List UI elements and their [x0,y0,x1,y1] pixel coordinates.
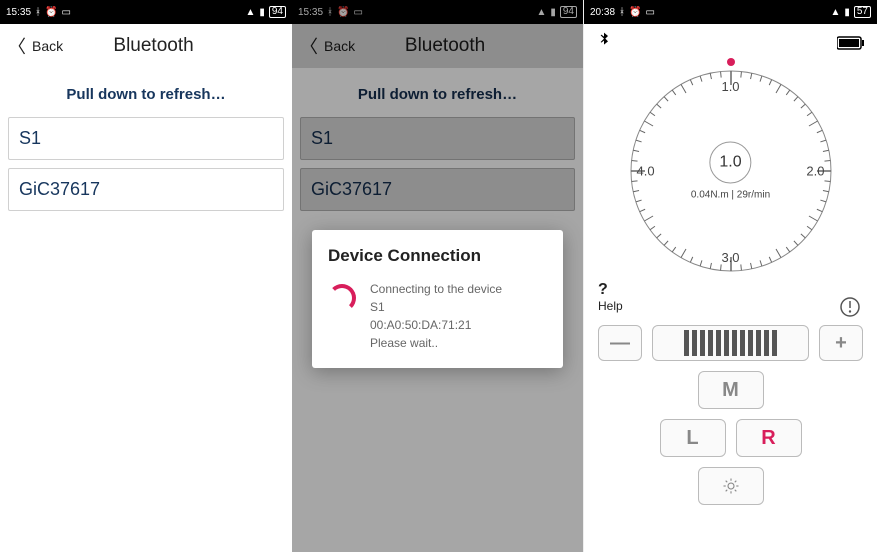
modal-message: Connecting to the device S1 00:A0:50:DA:… [370,280,502,352]
warning-icon[interactable] [839,296,861,323]
sd-icon: ▭ [645,7,654,18]
signal-icon: ▮ [259,7,265,18]
help-button[interactable]: ? Help [584,281,877,313]
battery-level: 57 [854,6,871,18]
wifi-icon: ▲ [830,7,840,18]
battery-icon [837,36,865,50]
battery-level: 94 [269,6,286,18]
connection-modal: Device Connection Connecting to the devi… [312,230,563,368]
gauge-pointer [727,58,735,66]
refresh-hint: Pull down to refresh… [0,68,292,117]
bluetooth-icon [596,32,612,53]
clock: 20:38 [590,7,615,18]
gauge-label-top: 1.0 [721,79,739,94]
clock: 15:35 [6,7,31,18]
wifi-icon: ▲ [245,7,255,18]
device-item[interactable]: GiC37617 [8,168,284,211]
alarm-icon: ⏰ [45,7,57,18]
gauge-label-left: 4.0 [637,164,655,179]
status-bar: 15:35 ᚼ ⏰ ▭ ▲ ▮ 94 [0,0,292,24]
gauge-subtext: 0.04N.m | 29r/min [691,190,770,201]
device-item[interactable]: S1 [8,117,284,160]
device-list: S1 GiC37617 [0,117,292,211]
gauge-label-right: 2.0 [806,164,824,179]
direction-r-button[interactable]: R [736,419,802,457]
mode-m-button[interactable]: M [698,371,764,409]
bluetooth-icon: ᚼ [619,7,625,18]
bluetooth-connecting-screen: 15:35 ᚼ ⏰ ▭ ▲ ▮ 94 〈 Back Bluetooth Pull… [292,0,583,552]
light-button[interactable] [698,467,764,505]
alarm-icon: ⏰ [629,7,641,18]
status-bar: 20:38 ᚼ ⏰ ▭ ▲ ▮ 57 [584,0,877,24]
gauge-value: 1.0 [709,142,751,184]
plus-button[interactable]: + [819,325,863,361]
torque-gauge: 1.0 2.0 3.0 4.0 1.0 0.04N.m | 29r/min [621,61,841,281]
question-icon: ? [598,281,863,299]
signal-icon: ▮ [844,7,850,18]
modal-title: Device Connection [328,246,547,266]
sun-icon [722,477,740,495]
gauge-label-bottom: 3.0 [721,250,739,265]
header: 〈 Back Bluetooth [0,24,292,68]
spinner-icon [328,284,356,312]
bluetooth-scan-screen: 15:35 ᚼ ⏰ ▭ ▲ ▮ 94 〈 Back Bluetooth Pull… [0,0,292,552]
torque-control-screen: 20:38 ᚼ ⏰ ▭ ▲ ▮ 57 [583,0,877,552]
minus-button[interactable]: — [598,325,642,361]
sd-icon: ▭ [61,7,70,18]
speed-slider[interactable] [652,325,809,361]
page-title: Bluetooth [23,35,284,57]
direction-l-button[interactable]: L [660,419,726,457]
bluetooth-icon: ᚼ [35,7,41,18]
